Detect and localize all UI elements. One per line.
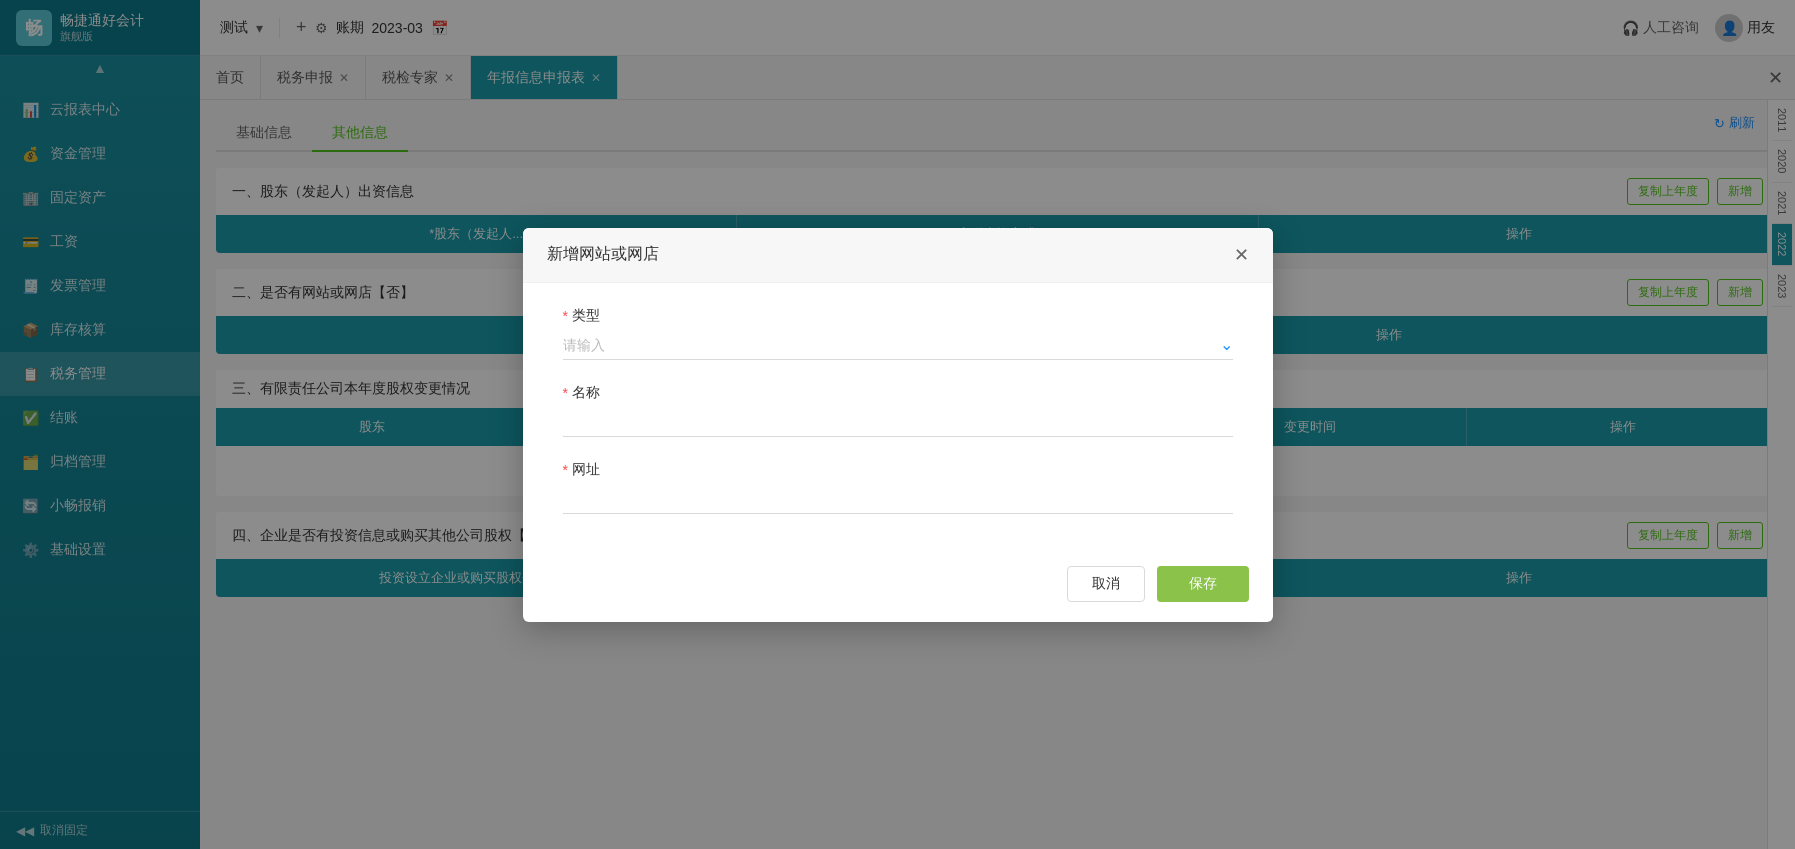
form-label-name: * 名称 <box>563 384 1233 402</box>
required-star-name: * <box>563 385 568 401</box>
modal-close-button[interactable]: ✕ <box>1234 244 1249 266</box>
type-input[interactable] <box>563 337 1233 353</box>
save-button[interactable]: 保存 <box>1157 566 1249 602</box>
label-url-text: 网址 <box>572 461 600 479</box>
label-type-text: 类型 <box>572 307 600 325</box>
form-row-name: * 名称 <box>563 384 1233 437</box>
form-label-type: * 类型 <box>563 307 1233 325</box>
form-row-url: * 网址 <box>563 461 1233 514</box>
cancel-button[interactable]: 取消 <box>1067 566 1145 602</box>
modal-header: 新增网站或网店 ✕ <box>523 228 1273 283</box>
name-input-wrapper <box>563 408 1233 437</box>
url-input[interactable] <box>563 491 1233 507</box>
name-input[interactable] <box>563 414 1233 430</box>
modal-title: 新增网站或网店 <box>547 244 659 265</box>
label-name-text: 名称 <box>572 384 600 402</box>
modal-footer: 取消 保存 <box>523 554 1273 622</box>
form-label-url: * 网址 <box>563 461 1233 479</box>
type-input-wrapper: ⌄ <box>563 331 1233 360</box>
required-star-url: * <box>563 462 568 478</box>
type-dropdown-icon[interactable]: ⌄ <box>1220 335 1233 354</box>
form-row-type: * 类型 ⌄ <box>563 307 1233 360</box>
required-star-type: * <box>563 308 568 324</box>
add-website-modal: 新增网站或网店 ✕ * 类型 ⌄ * 名称 <box>523 228 1273 622</box>
modal-body: * 类型 ⌄ * 名称 * 网址 <box>523 283 1273 554</box>
url-input-wrapper <box>563 485 1233 514</box>
